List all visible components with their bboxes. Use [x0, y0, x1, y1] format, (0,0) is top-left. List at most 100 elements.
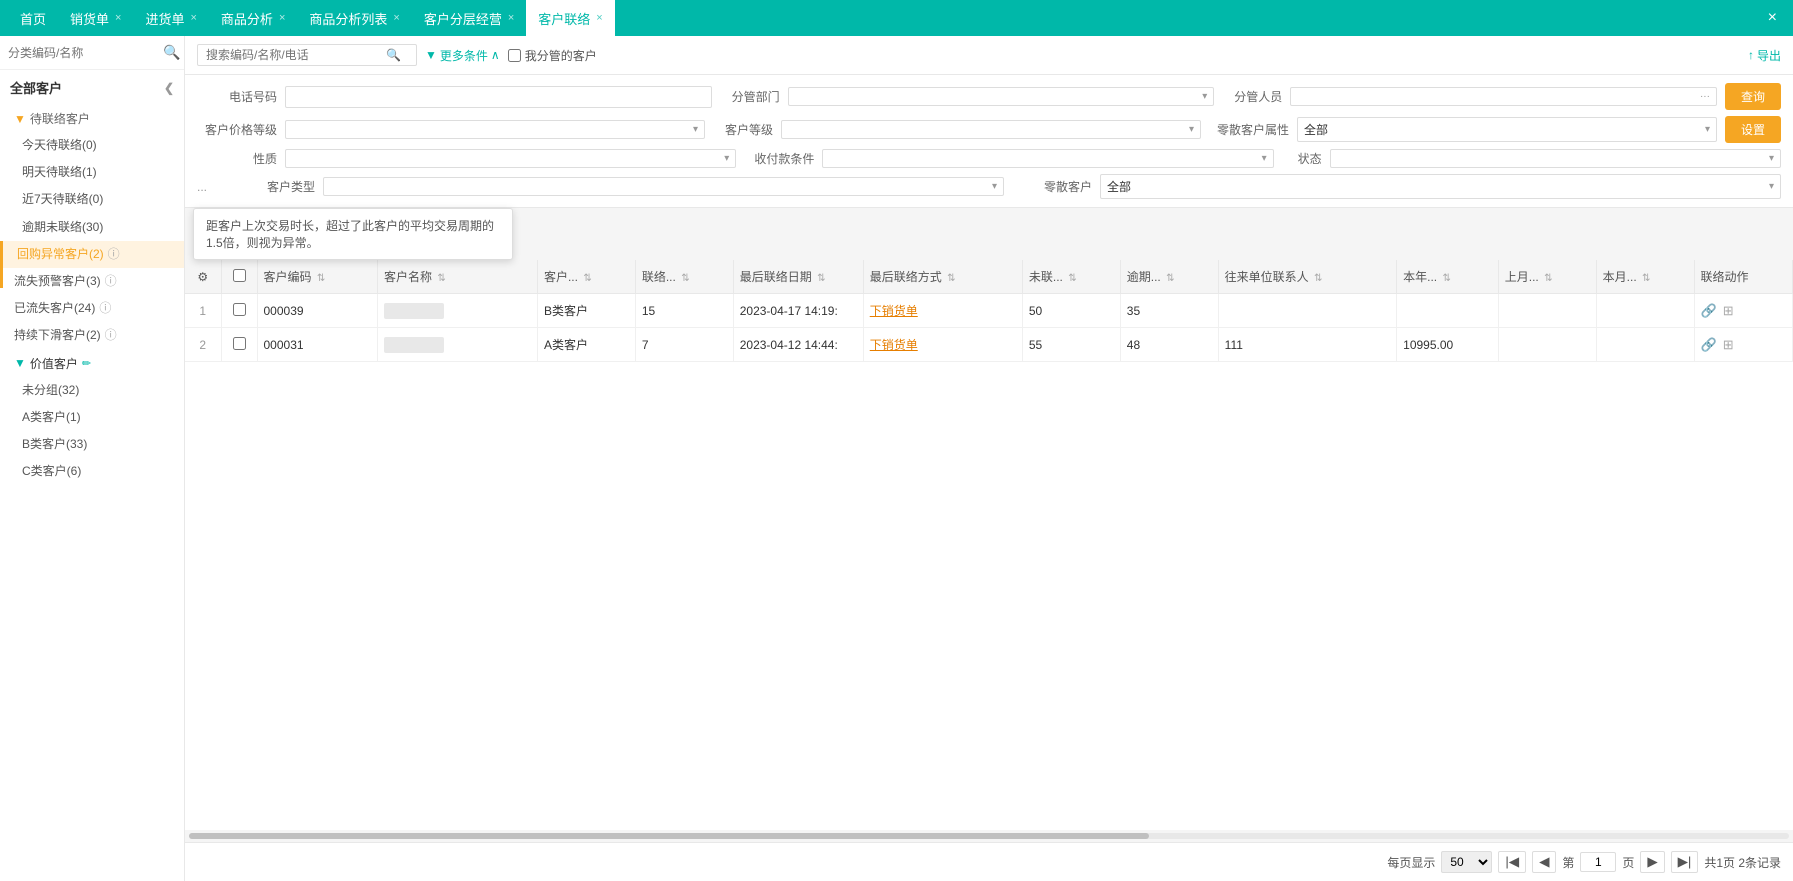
per-page-select[interactable]: 50 100 200 — [1441, 851, 1492, 873]
sidebar-search-icon[interactable]: 🔍 — [163, 44, 180, 61]
search-input[interactable] — [206, 48, 386, 62]
action-link-icon-1[interactable]: 🔗 — [1701, 337, 1717, 353]
nav-item-customer-contact[interactable]: 客户联络 × — [526, 0, 614, 36]
row-checkbox-1[interactable] — [233, 337, 246, 350]
last-page-button[interactable]: ▶| — [1671, 851, 1699, 873]
sidebar-value-group[interactable]: ▼ 价值客户 ✏ — [0, 350, 184, 377]
last-contact-date-sort-icon[interactable]: ⇅ — [817, 273, 825, 284]
td-checkbox[interactable] — [221, 328, 257, 362]
sidebar-item-abnormal[interactable]: 回购异常客户(2) ⓘ — [0, 241, 184, 268]
uncontacted-sort-icon[interactable]: ⇅ — [1068, 273, 1076, 284]
next-page-button[interactable]: ▶ — [1640, 851, 1664, 873]
sidebar-item-a-class[interactable]: A类客户(1) — [0, 404, 184, 431]
row-checkbox-0[interactable] — [233, 303, 246, 316]
nav-item-product-analysis-list[interactable]: 商品分析列表 × — [297, 0, 411, 36]
close-sales-tab-icon[interactable]: × — [115, 12, 121, 24]
customer-level-select[interactable]: ▾ — [781, 120, 1201, 139]
action-link-icon-0[interactable]: 🔗 — [1701, 303, 1717, 319]
scrollbar-thumb[interactable] — [189, 833, 1149, 839]
name-sort-icon[interactable]: ⇅ — [437, 273, 445, 284]
query-button[interactable]: 查询 — [1725, 83, 1781, 110]
data-table-wrapper[interactable]: ⚙ 客户编码 ⇅ 客户名称 ⇅ — [185, 260, 1793, 830]
last-contact-method-sort-icon[interactable]: ⇅ — [947, 273, 955, 284]
nav-item-sales[interactable]: 销货单 × — [58, 0, 133, 36]
sidebar-item-b-class[interactable]: B类客户(33) — [0, 431, 184, 458]
th-last-month[interactable]: 上月... ⇅ — [1498, 260, 1596, 294]
sidebar-item-overdue[interactable]: 逾期未联络(30) — [0, 214, 184, 241]
th-last-contact-date[interactable]: 最后联络日期 ⇅ — [733, 260, 863, 294]
branch-dept-select[interactable]: ▾ — [788, 87, 1215, 106]
sidebar-item-tomorrow[interactable]: 明天待联络(1) — [0, 159, 184, 186]
th-code[interactable]: 客户编码 ⇅ — [257, 260, 377, 294]
filter-more-dots[interactable]: ... — [197, 180, 207, 194]
horizontal-scrollbar[interactable] — [185, 830, 1793, 842]
gender-select[interactable]: ▾ — [285, 149, 736, 168]
sidebar-item-c-class[interactable]: C类客户(6) — [0, 458, 184, 485]
search-icon[interactable]: 🔍 — [386, 48, 401, 62]
prev-page-button[interactable]: ◀ — [1532, 851, 1556, 873]
sidebar-all-customers-header[interactable]: 全部客户 ❮ — [0, 70, 184, 105]
my-customers-check[interactable] — [508, 49, 521, 62]
th-contact-person[interactable]: 往来单位联系人 ⇅ — [1218, 260, 1396, 294]
phone-input[interactable] — [285, 86, 712, 108]
sidebar-item-already-lost[interactable]: 已流失客户(24) ⓘ — [0, 295, 184, 322]
last-month-sort-icon[interactable]: ⇅ — [1544, 273, 1552, 284]
more-conditions-button[interactable]: ▼ 更多条件 ∧ — [425, 47, 500, 64]
close-product-analysis-tab-icon[interactable]: × — [279, 12, 285, 24]
td-last-contact-method[interactable]: 下销货单 — [863, 328, 1022, 362]
sidebar-search-input[interactable] — [8, 46, 163, 60]
action-grid-icon-1[interactable]: ⊞ — [1723, 337, 1734, 353]
retail-attr-select[interactable]: 全部 ▾ — [1297, 117, 1717, 142]
close-customer-segmentation-tab-icon[interactable]: × — [508, 12, 514, 24]
branch-person-select[interactable]: ··· — [1290, 87, 1717, 106]
nav-item-home[interactable]: 首页 — [8, 0, 58, 36]
action-grid-icon-0[interactable]: ⊞ — [1723, 303, 1734, 319]
sidebar-item-unclassified[interactable]: 未分组(32) — [0, 377, 184, 404]
page-input[interactable] — [1580, 852, 1616, 872]
export-button[interactable]: ↑ 导出 — [1748, 47, 1781, 64]
close-customer-contact-tab-icon[interactable]: × — [596, 12, 602, 24]
nav-item-purchase[interactable]: 进货单 × — [133, 0, 208, 36]
th-contact-count[interactable]: 联络... ⇅ — [635, 260, 733, 294]
value-group-edit-icon[interactable]: ✏ — [82, 357, 91, 370]
th-settings[interactable]: ⚙ — [185, 260, 221, 294]
payment-select[interactable]: ▾ — [822, 149, 1273, 168]
level-sort-icon[interactable]: ⇅ — [583, 273, 591, 284]
nav-item-customer-segmentation[interactable]: 客户分层经营 × — [412, 0, 526, 36]
th-uncontacted[interactable]: 未联... ⇅ — [1022, 260, 1120, 294]
sidebar-item-lost-warning[interactable]: 流失预警客户(3) ⓘ — [0, 268, 184, 295]
sidebar-collapse-icon[interactable]: ❮ — [164, 81, 174, 95]
sidebar-item-today[interactable]: 今天待联络(0) — [0, 132, 184, 159]
settings-button[interactable]: 设置 — [1725, 116, 1781, 143]
retail-customer-select[interactable]: 全部 ▾ — [1100, 174, 1781, 199]
status-select[interactable]: ▾ — [1330, 149, 1781, 168]
branch-person-label: 分管人员 — [1222, 88, 1282, 105]
th-this-month[interactable]: 本月... ⇅ — [1596, 260, 1694, 294]
select-all-checkbox[interactable] — [233, 269, 246, 282]
close-purchase-tab-icon[interactable]: × — [190, 12, 196, 24]
price-level-select[interactable]: ▾ — [285, 120, 705, 139]
th-this-year[interactable]: 本年... ⇅ — [1397, 260, 1499, 294]
sidebar-item-declining[interactable]: 持续下滑客户(2) ⓘ — [0, 322, 184, 349]
nav-item-product-analysis[interactable]: 商品分析 × — [209, 0, 297, 36]
first-page-button[interactable]: |◀ — [1498, 851, 1526, 873]
th-name[interactable]: 客户名称 ⇅ — [377, 260, 537, 294]
td-last-contact-method[interactable]: 下销货单 — [863, 294, 1022, 328]
th-overdue[interactable]: 逾期... ⇅ — [1120, 260, 1218, 294]
this-month-sort-icon[interactable]: ⇅ — [1642, 273, 1650, 284]
contact-person-sort-icon[interactable]: ⇅ — [1314, 273, 1322, 284]
close-product-analysis-list-tab-icon[interactable]: × — [393, 12, 399, 24]
this-year-sort-icon[interactable]: ⇅ — [1443, 273, 1451, 284]
th-last-contact-method[interactable]: 最后联络方式 ⇅ — [863, 260, 1022, 294]
th-checkbox[interactable] — [221, 260, 257, 294]
sidebar-item-7days[interactable]: 近7天待联络(0) — [0, 186, 184, 213]
window-close-button[interactable]: × — [1760, 9, 1785, 27]
contact-count-sort-icon[interactable]: ⇅ — [681, 273, 689, 284]
sidebar-pending-contact-group[interactable]: ▼ 待联络客户 — [0, 105, 184, 132]
overdue-sort-icon[interactable]: ⇅ — [1166, 273, 1174, 284]
td-checkbox[interactable] — [221, 294, 257, 328]
th-level[interactable]: 客户... ⇅ — [537, 260, 635, 294]
customer-type-select[interactable]: ▾ — [323, 177, 1004, 196]
my-customers-checkbox[interactable]: 我分管的客户 — [508, 47, 597, 64]
code-sort-icon[interactable]: ⇅ — [317, 273, 325, 284]
